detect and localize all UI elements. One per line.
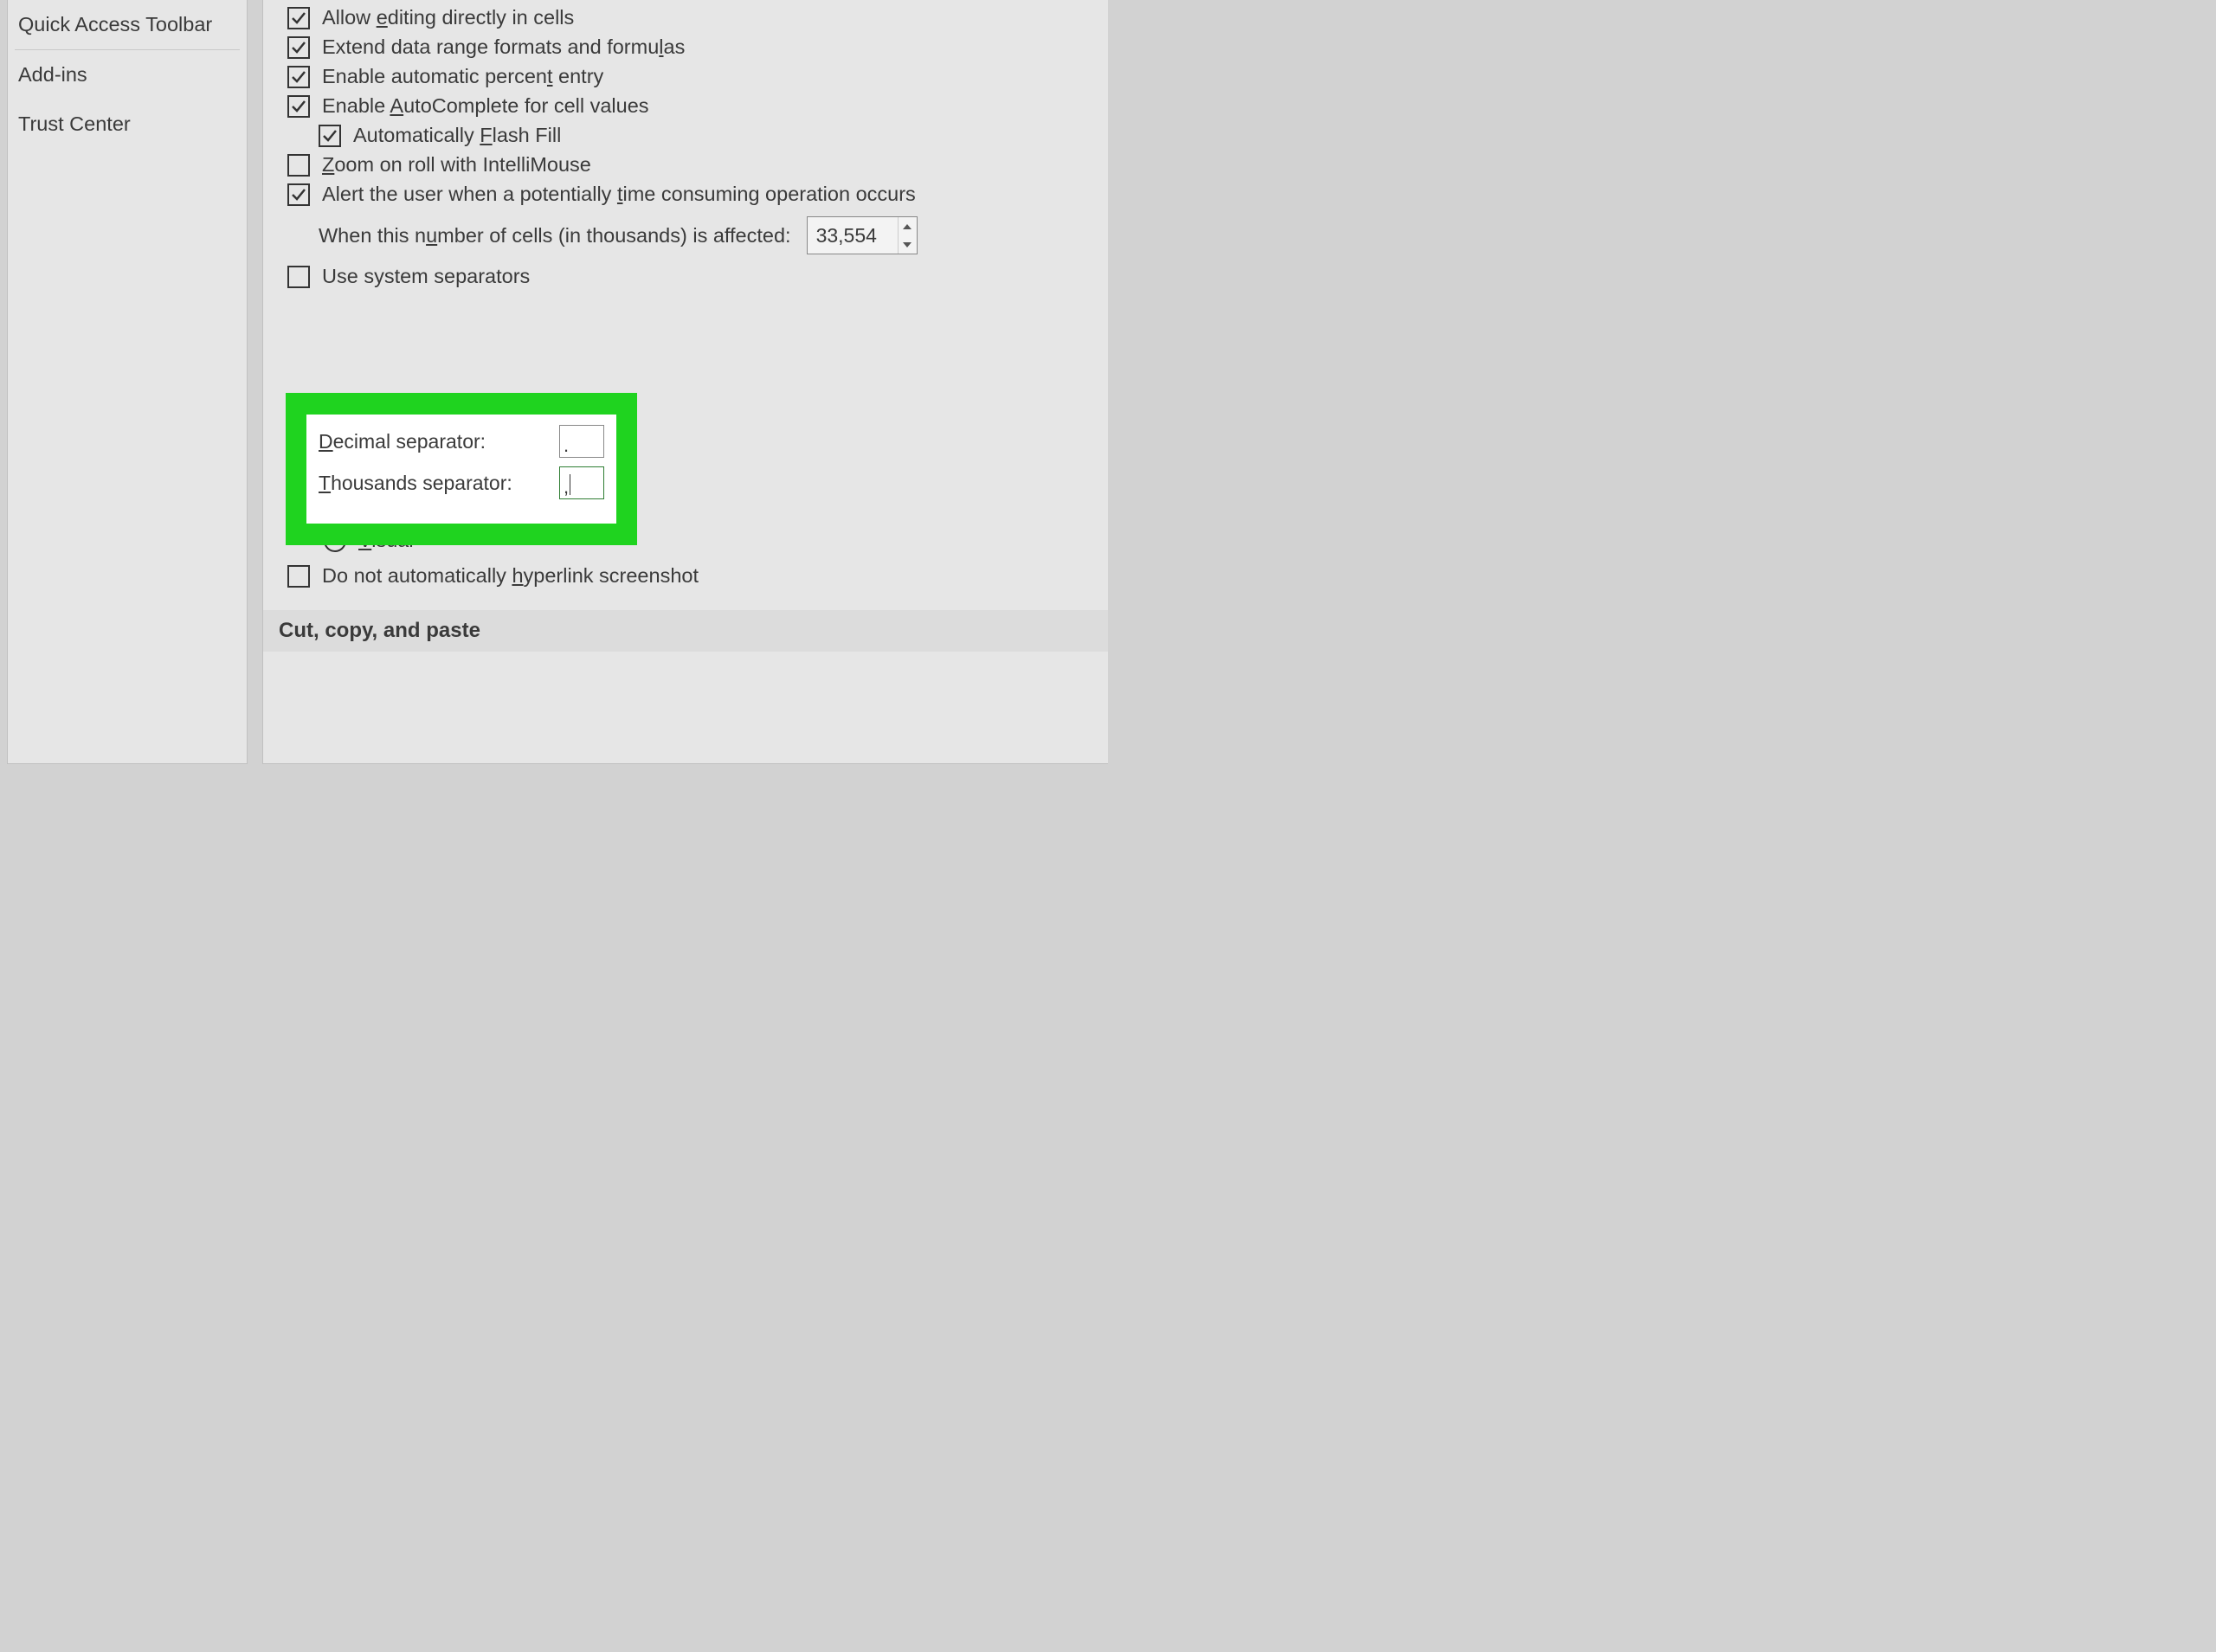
thousands-separator-input[interactable]: , — [559, 466, 604, 499]
option-label: Extend data range formats and formulas — [322, 35, 685, 59]
options-sidebar: Quick Access Toolbar Add-ins Trust Cente… — [7, 0, 248, 764]
sidebar-item-trust-center[interactable]: Trust Center — [8, 100, 247, 149]
option-label: Automatically Flash Fill — [353, 124, 561, 147]
option-label: Allow editing directly in cells — [322, 6, 574, 29]
option-flash-fill: Automatically Flash Fill — [319, 124, 1108, 147]
decimal-separator-label: Decimal separator: — [319, 430, 559, 453]
option-label: Do not automatically hyperlink screensho… — [322, 564, 699, 588]
option-extend-range: Extend data range formats and formulas — [287, 35, 1108, 59]
section-header-cut-copy-paste: Cut, copy, and paste — [263, 610, 1108, 652]
option-zoom-intellimouse: Zoom on roll with IntelliMouse — [287, 153, 1108, 177]
option-alert-time-consuming: Alert the user when a potentially time c… — [287, 183, 1108, 206]
cells-affected-spinbox[interactable]: 33,554 — [807, 216, 918, 254]
checkbox-allow-editing[interactable] — [287, 7, 310, 29]
option-label: Alert the user when a potentially time c… — [322, 183, 916, 206]
options-content: Allow editing directly in cells Extend d… — [262, 0, 1108, 764]
checkbox-use-system-separators[interactable] — [287, 266, 310, 288]
spin-up-icon[interactable] — [899, 217, 917, 235]
option-autocomplete: Enable AutoComplete for cell values — [287, 94, 1108, 118]
decimal-separator-row: Decimal separator: . — [319, 425, 604, 458]
sidebar-item-quick-access-toolbar[interactable]: Quick Access Toolbar — [8, 0, 247, 49]
option-label: Use system separators — [322, 265, 530, 288]
checkbox-flash-fill[interactable] — [319, 125, 341, 147]
thousands-separator-row: Thousands separator: , — [319, 466, 604, 499]
option-no-autolink-screenshot: Do not automatically hyperlink screensho… — [287, 564, 1108, 588]
checkbox-auto-percent[interactable] — [287, 66, 310, 88]
checkbox-alert-time-consuming[interactable] — [287, 183, 310, 206]
spin-down-icon[interactable] — [899, 235, 917, 254]
option-label: Enable AutoComplete for cell values — [322, 94, 649, 118]
checkbox-autocomplete[interactable] — [287, 95, 310, 118]
option-cells-affected: When this number of cells (in thousands)… — [319, 216, 1108, 254]
checkbox-no-autolink-screenshot[interactable] — [287, 565, 310, 588]
thousands-separator-label: Thousands separator: — [319, 472, 559, 495]
option-use-system-separators: Use system separators — [287, 265, 1108, 288]
cells-affected-value[interactable]: 33,554 — [808, 217, 898, 254]
checkbox-zoom-intellimouse[interactable] — [287, 154, 310, 177]
option-label: Zoom on roll with IntelliMouse — [322, 153, 591, 177]
sidebar-item-add-ins[interactable]: Add-ins — [8, 50, 247, 100]
option-auto-percent: Enable automatic percent entry — [287, 65, 1108, 88]
cells-affected-label: When this number of cells (in thousands)… — [319, 224, 791, 247]
decimal-separator-input[interactable]: . — [559, 425, 604, 458]
checkbox-extend-range[interactable] — [287, 36, 310, 59]
option-allow-editing: Allow editing directly in cells — [287, 6, 1108, 29]
option-label: Enable automatic percent entry — [322, 65, 603, 88]
highlight-annotation: Decimal separator: . Thousands separator… — [286, 393, 637, 545]
